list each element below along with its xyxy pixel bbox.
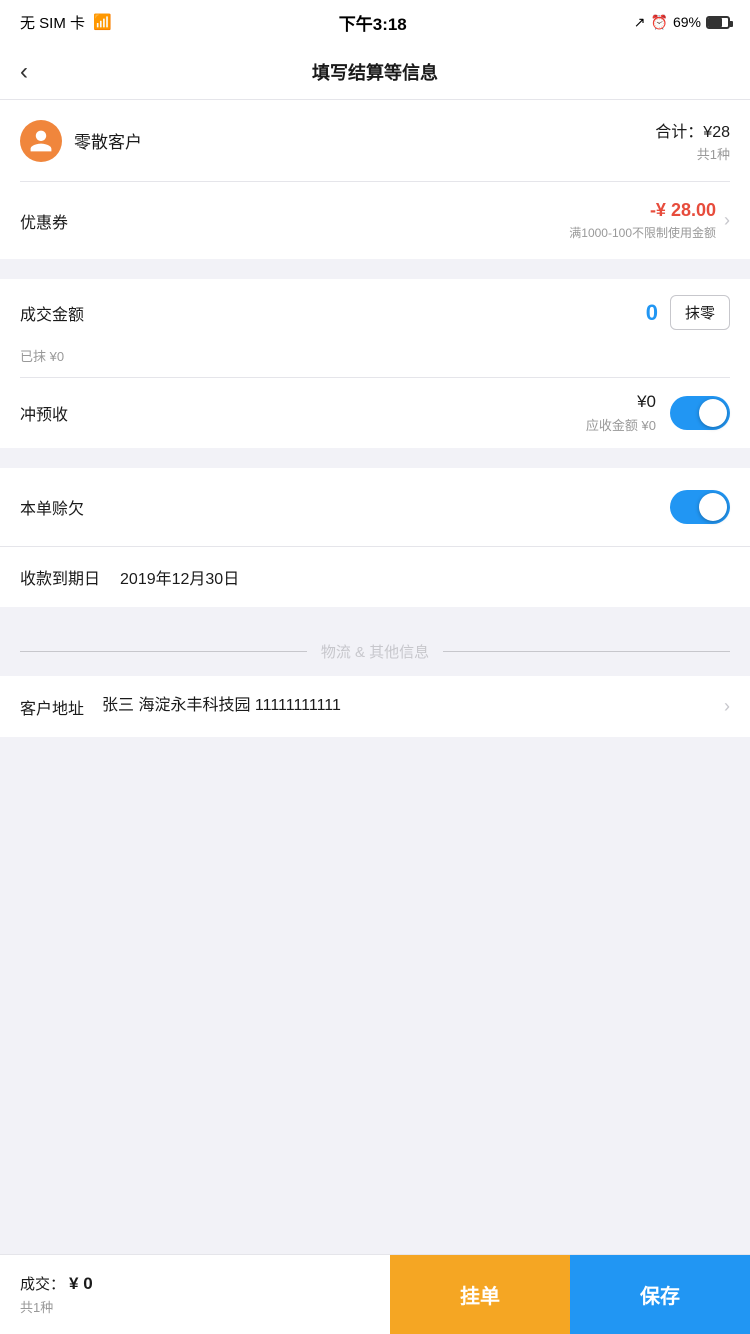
bottom-bar: 成交：¥ 0 共1种 挂单 保存	[0, 1254, 750, 1334]
deal-amount-row: 成交金额 0 抹零	[0, 279, 750, 346]
coupon-discount: -¥ 28.00	[569, 200, 716, 221]
bottom-deal-text: 成交：	[20, 1276, 65, 1293]
address-label: 客户地址	[20, 694, 84, 719]
prepay-amount: ¥0	[586, 392, 656, 412]
total-amount: 合计：¥28	[655, 118, 730, 142]
carrier-label: 无 SIM 卡	[20, 12, 85, 33]
status-left: 无 SIM 卡 📶	[20, 12, 112, 33]
section-gap-19	[0, 887, 750, 897]
section-gap-9	[0, 787, 750, 797]
customer-left: 零散客户	[20, 120, 142, 162]
section-gap-2	[0, 458, 750, 468]
logistics-header: 物流 & 其他信息	[0, 627, 750, 676]
prepay-toggle[interactable]	[670, 396, 730, 430]
section-gap-8	[0, 777, 750, 787]
location-icon: ↗	[634, 14, 646, 31]
section-gap-20	[0, 897, 750, 907]
section-gap-5	[0, 747, 750, 757]
credit-row: 本单赊欠	[0, 468, 750, 546]
back-button[interactable]: ‹	[20, 58, 28, 86]
coupon-desc: 满1000-100不限制使用金额	[569, 224, 716, 241]
page-title: 填写结算等信息	[312, 59, 438, 85]
prepay-right: ¥0 应收金额 ¥0	[586, 392, 730, 434]
logistics-line-right	[443, 651, 730, 652]
address-chevron-icon: ›	[724, 696, 730, 717]
customer-name: 零散客户	[74, 128, 142, 153]
address-row[interactable]: 客户地址 张三 海淀永丰科技园 11111111111 ›	[0, 676, 750, 737]
prepay-label: 冲预收	[20, 401, 68, 425]
toggle-knob	[699, 399, 727, 427]
section-gap-22	[0, 917, 750, 927]
avatar	[20, 120, 62, 162]
section-gap-18	[0, 877, 750, 887]
bottom-info: 成交：¥ 0 共1种	[0, 1273, 390, 1316]
bottom-deal-label: 成交：¥ 0	[20, 1273, 370, 1294]
customer-card: 零散客户 合计：¥28 共1种 优惠券 -¥ 28.00 满1000-100不限…	[0, 100, 750, 259]
round-zero-button[interactable]: 抹零	[670, 295, 730, 330]
coupon-right: -¥ 28.00 满1000-100不限制使用金额 ›	[569, 200, 730, 241]
section-gap-17	[0, 867, 750, 877]
status-bar: 无 SIM 卡 📶 下午3:18 ↗ ⏰ 69%	[0, 0, 750, 44]
nav-bar: ‹ 填写结算等信息	[0, 44, 750, 100]
credit-card: 本单赊欠 收款到期日 2019年12月30日	[0, 468, 750, 607]
section-gap-12	[0, 817, 750, 827]
section-gap-6	[0, 757, 750, 767]
coupon-value-block: -¥ 28.00 满1000-100不限制使用金额	[569, 200, 716, 241]
wifi-icon: 📶	[93, 13, 112, 31]
section-gap-7	[0, 767, 750, 777]
status-right: ↗ ⏰ 69%	[634, 14, 730, 31]
duedate-value: 2019年12月30日	[120, 565, 239, 589]
prepay-row: 冲预收 ¥0 应收金额 ¥0	[0, 378, 750, 448]
pending-button[interactable]: 挂单	[390, 1255, 570, 1334]
deal-amount-label: 成交金额	[20, 301, 84, 325]
bottom-count: 共1种	[20, 1297, 370, 1316]
coupon-row[interactable]: 优惠券 -¥ 28.00 满1000-100不限制使用金额 ›	[0, 182, 750, 259]
section-gap-15	[0, 847, 750, 857]
coupon-label: 优惠券	[20, 209, 68, 233]
deal-amount-card: 成交金额 0 抹零 已抹 ¥0 冲预收 ¥0 应收金额 ¥0	[0, 279, 750, 448]
battery-icon	[706, 16, 730, 29]
prepay-value-block: ¥0 应收金额 ¥0	[586, 392, 656, 434]
duedate-row: 收款到期日 2019年12月30日	[0, 546, 750, 607]
section-gap-1	[0, 269, 750, 279]
customer-row: 零散客户 合计：¥28 共1种	[0, 100, 750, 181]
section-gap-10	[0, 797, 750, 807]
address-value: 张三 海淀永丰科技园 11111111111	[102, 694, 341, 718]
credit-toggle[interactable]	[670, 490, 730, 524]
save-button[interactable]: 保存	[570, 1255, 750, 1334]
logistics-label: 物流 & 其他信息	[307, 641, 443, 662]
section-gap-4	[0, 737, 750, 747]
user-icon	[28, 128, 54, 154]
customer-right: 合计：¥28 共1种	[655, 118, 730, 163]
section-gap-13	[0, 827, 750, 837]
deal-right: 0 抹零	[646, 295, 730, 330]
credit-toggle-knob	[699, 493, 727, 521]
deal-value: 0	[646, 300, 658, 326]
address-left: 客户地址 张三 海淀永丰科技园 11111111111	[20, 694, 341, 719]
content-area: 零散客户 合计：¥28 共1种 优惠券 -¥ 28.00 满1000-100不限…	[0, 100, 750, 1017]
prepay-sub: 应收金额 ¥0	[586, 415, 656, 434]
credit-label: 本单赊欠	[20, 495, 84, 519]
logistics-line-left	[20, 651, 307, 652]
chevron-right-icon: ›	[724, 210, 730, 231]
status-time: 下午3:18	[339, 10, 407, 35]
section-gap-21	[0, 907, 750, 917]
deal-sub: 已抹 ¥0	[0, 346, 750, 377]
duedate-label: 收款到期日	[20, 565, 100, 589]
alarm-icon: ⏰	[651, 14, 668, 31]
section-gap-14	[0, 837, 750, 847]
section-gap-16	[0, 857, 750, 867]
bottom-deal-amount: ¥ 0	[69, 1274, 93, 1293]
total-count: 共1种	[655, 144, 730, 163]
section-gap-11	[0, 807, 750, 817]
battery-percent: 69%	[673, 14, 701, 30]
section-gap-3	[0, 617, 750, 627]
